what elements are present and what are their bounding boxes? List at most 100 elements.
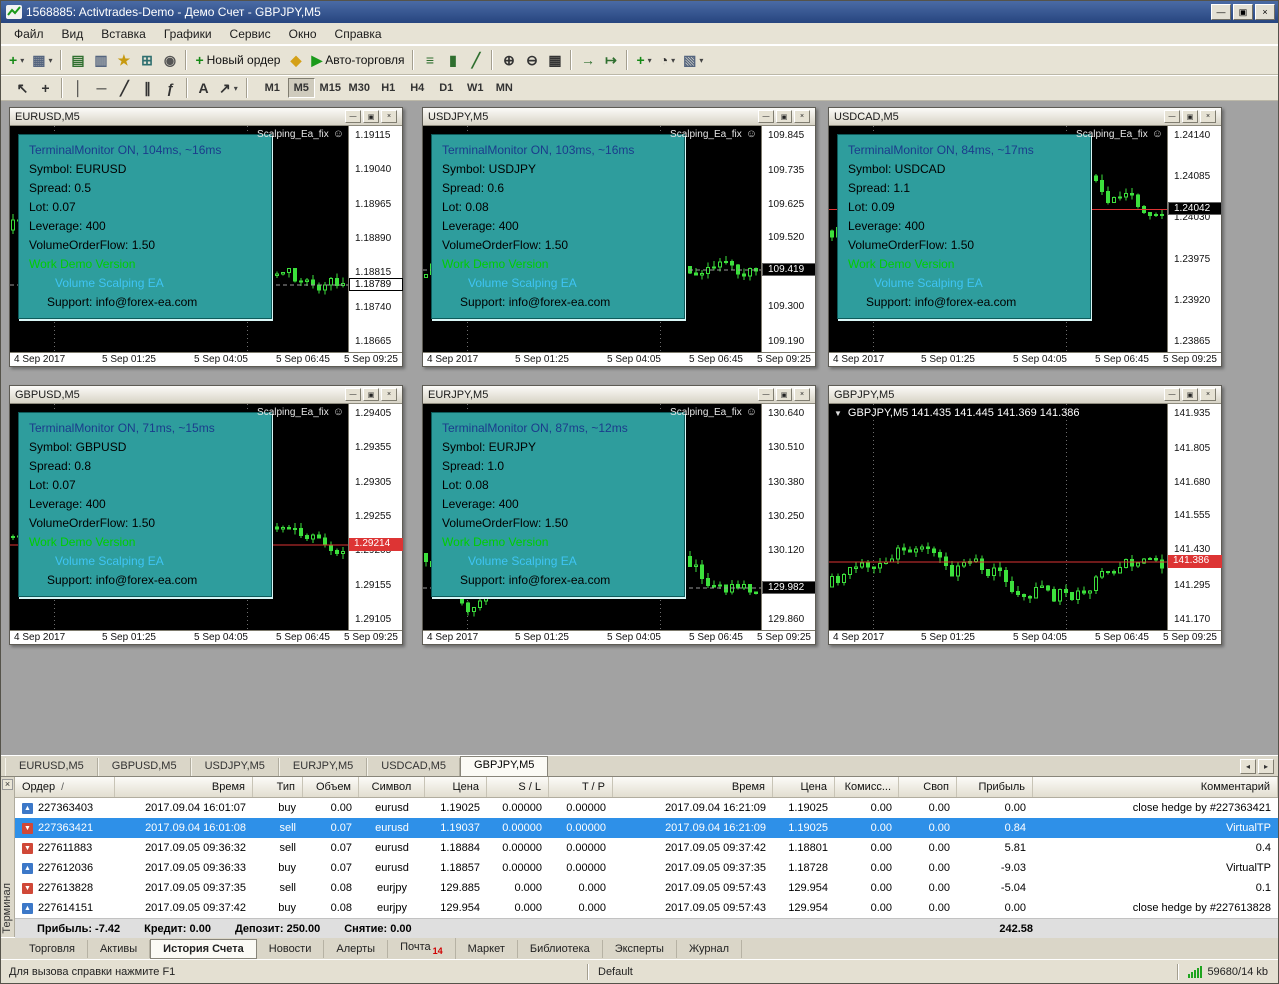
scroll-tabs-left-button[interactable]: ◂ [1240, 759, 1256, 774]
chart-window-titlebar[interactable]: EURJPY,M5 — ▣ × [423, 386, 815, 404]
chart-minimize-button[interactable]: — [1164, 388, 1180, 401]
column-header-type[interactable]: Тип [253, 777, 303, 797]
column-header-time[interactable]: Время [115, 777, 253, 797]
chart-shift-button[interactable]: ↦ [599, 49, 622, 71]
column-header-volume[interactable]: Объем [303, 777, 359, 797]
timeframe-w1-button[interactable]: W1 [462, 78, 489, 98]
terminal-tab-7[interactable]: Маркет [456, 939, 518, 958]
chart-minimize-button[interactable]: — [345, 110, 361, 123]
menu-item-4[interactable]: Графики [155, 24, 221, 44]
history-row[interactable]: ▼ 227363421 2017.09.04 16:01:08 sell 0.07 eur… [15, 818, 1278, 838]
chart-window-titlebar[interactable]: EURUSD,M5 — ▣ × [10, 108, 402, 126]
data-window-button[interactable]: ▥ [89, 49, 112, 71]
history-row[interactable]: ▲ 227363403 2017.09.04 16:01:07 buy 0.00 euru… [15, 798, 1278, 818]
menu-item-3[interactable]: Вставка [92, 24, 155, 44]
column-header-tp[interactable]: T / P [549, 777, 613, 797]
chart-tab-eurusd[interactable]: EURUSD,M5 [5, 758, 98, 776]
chart-candles-button[interactable]: ▮ [441, 49, 464, 71]
close-button[interactable]: × [1255, 4, 1275, 20]
history-row[interactable]: ▲ 227612036 2017.09.05 09:36:33 buy 0.07 euru… [15, 858, 1278, 878]
menu-item-5[interactable]: Сервис [221, 24, 280, 44]
new-chart-button[interactable]: + ▾ [5, 49, 28, 71]
chart-line-button[interactable]: ╱ [464, 49, 487, 71]
timeframe-d1-button[interactable]: D1 [433, 78, 460, 98]
chart-tab-usdcad[interactable]: USDCAD,M5 [367, 758, 461, 776]
menu-item-6[interactable]: Окно [280, 24, 326, 44]
column-header-price2[interactable]: Цена [773, 777, 835, 797]
navigator-button[interactable]: ★ [112, 49, 135, 71]
periods-button[interactable]: ◔ ▾ [656, 49, 679, 71]
timeframe-m30-button[interactable]: M30 [346, 78, 373, 98]
timeframe-h4-button[interactable]: H4 [404, 78, 431, 98]
chart-restore-button[interactable]: ▣ [363, 388, 379, 401]
templates-button[interactable]: ▧ ▾ [679, 49, 707, 71]
terminal-tab-10[interactable]: Журнал [677, 939, 743, 958]
terminal-tab-8[interactable]: Библиотека [518, 939, 603, 958]
cursor-button[interactable]: ↖ [11, 77, 34, 99]
column-header-profit[interactable]: Прибыль [957, 777, 1033, 797]
zoom-in-button[interactable]: ⊕ [497, 49, 520, 71]
column-header-price[interactable]: Цена [425, 777, 487, 797]
indicators-button[interactable]: + ▾ [632, 49, 655, 71]
chart-close-button[interactable]: × [381, 388, 397, 401]
chart-window-titlebar[interactable]: USDCAD,M5 — ▣ × [829, 108, 1221, 126]
crosshair-button[interactable]: + [34, 77, 57, 99]
chart-plot-area[interactable]: TerminalMonitor ON, 103ms, ~16ms Symbol: … [423, 126, 761, 352]
column-header-sl[interactable]: S / L [487, 777, 549, 797]
chart-window-titlebar[interactable]: GBPJPY,M5 — ▣ × [829, 386, 1221, 404]
terminal-tab-3[interactable]: История Счета [150, 938, 257, 959]
chart-plot-area[interactable]: ▼ GBPJPY,M5 141.435 141.445 141.369 141.3… [829, 404, 1167, 630]
chart-close-button[interactable]: × [381, 110, 397, 123]
minimize-button[interactable]: — [1211, 4, 1231, 20]
chart-window-titlebar[interactable]: GBPUSD,M5 — ▣ × [10, 386, 402, 404]
arrows-button[interactable]: ↗ ▾ [215, 77, 242, 99]
chart-plot-area[interactable]: TerminalMonitor ON, 84ms, ~17ms Symbol: U… [829, 126, 1167, 352]
horizontal-line-button[interactable]: ─ [90, 77, 113, 99]
text-label-button[interactable]: A [192, 77, 215, 99]
chart-plot-area[interactable]: TerminalMonitor ON, 71ms, ~15ms Symbol: G… [10, 404, 348, 630]
trendline-button[interactable]: ╱ [113, 77, 136, 99]
timeframe-m15-button[interactable]: M15 [317, 78, 344, 98]
column-header-comment[interactable]: Комментарий [1033, 777, 1278, 797]
restore-button[interactable]: ▣ [1233, 4, 1253, 20]
strategy-tester-button[interactable]: ◉ [158, 49, 181, 71]
chart-tab-eurjpy[interactable]: EURJPY,M5 [278, 758, 368, 776]
history-row[interactable]: ▲ 227614151 2017.09.05 09:37:42 buy 0.08 eurj… [15, 898, 1278, 918]
chart-tab-gbpusd[interactable]: GBPUSD,M5 [97, 758, 191, 776]
scroll-tabs-right-button[interactable]: ▸ [1258, 759, 1274, 774]
chart-minimize-button[interactable]: — [345, 388, 361, 401]
chart-tab-usdjpy[interactable]: USDJPY,M5 [190, 758, 279, 776]
terminal-tab-5[interactable]: Алерты [324, 939, 389, 958]
profiles-button[interactable]: ▦ ▾ [28, 49, 56, 71]
chart-plot-area[interactable]: TerminalMonitor ON, 104ms, ~16ms Symbol: … [10, 126, 348, 352]
timeframe-h1-button[interactable]: H1 [375, 78, 402, 98]
new-order-button[interactable]: + Новый ордер [191, 49, 284, 71]
market-watch-button[interactable]: ▤ [66, 49, 89, 71]
column-header-commission[interactable]: Комисс... [835, 777, 899, 797]
terminal-tab-1[interactable]: Торговля [17, 939, 88, 958]
terminal-tab-9[interactable]: Эксперты [603, 939, 677, 958]
terminal-tab-4[interactable]: Новости [257, 939, 325, 958]
menu-item-2[interactable]: Вид [53, 24, 93, 44]
menu-item-1[interactable]: Файл [5, 24, 53, 44]
autotrading-button[interactable]: ▶ Авто-торговля [307, 49, 408, 71]
timeframe-m1-button[interactable]: M1 [259, 78, 286, 98]
chart-restore-button[interactable]: ▣ [363, 110, 379, 123]
chart-close-button[interactable]: × [794, 388, 810, 401]
chart-plot-area[interactable]: TerminalMonitor ON, 87ms, ~12ms Symbol: E… [423, 404, 761, 630]
zoom-out-button[interactable]: ⊖ [520, 49, 543, 71]
chart-minimize-button[interactable]: — [758, 110, 774, 123]
metaeditor-button[interactable]: ◆ [284, 49, 307, 71]
history-row[interactable]: ▼ 227613828 2017.09.05 09:37:35 sell 0.08 eur… [15, 878, 1278, 898]
chart-tab-gbpjpy[interactable]: GBPJPY,M5 [460, 756, 549, 776]
chart-close-button[interactable]: × [1200, 110, 1216, 123]
terminal-button[interactable]: ⊞ [135, 49, 158, 71]
timeframe-mn-button[interactable]: MN [491, 78, 518, 98]
equidistant-channel-button[interactable]: ∥ [136, 77, 159, 99]
history-row[interactable]: ▼ 227611883 2017.09.05 09:36:32 sell 0.07 eur… [15, 838, 1278, 858]
fibonacci-button[interactable]: ƒ [159, 77, 182, 99]
chart-window-titlebar[interactable]: USDJPY,M5 — ▣ × [423, 108, 815, 126]
terminal-close-button[interactable]: × [2, 779, 13, 790]
column-header-id[interactable]: Ордер / [15, 777, 115, 797]
tile-windows-button[interactable]: ▦ [543, 49, 566, 71]
